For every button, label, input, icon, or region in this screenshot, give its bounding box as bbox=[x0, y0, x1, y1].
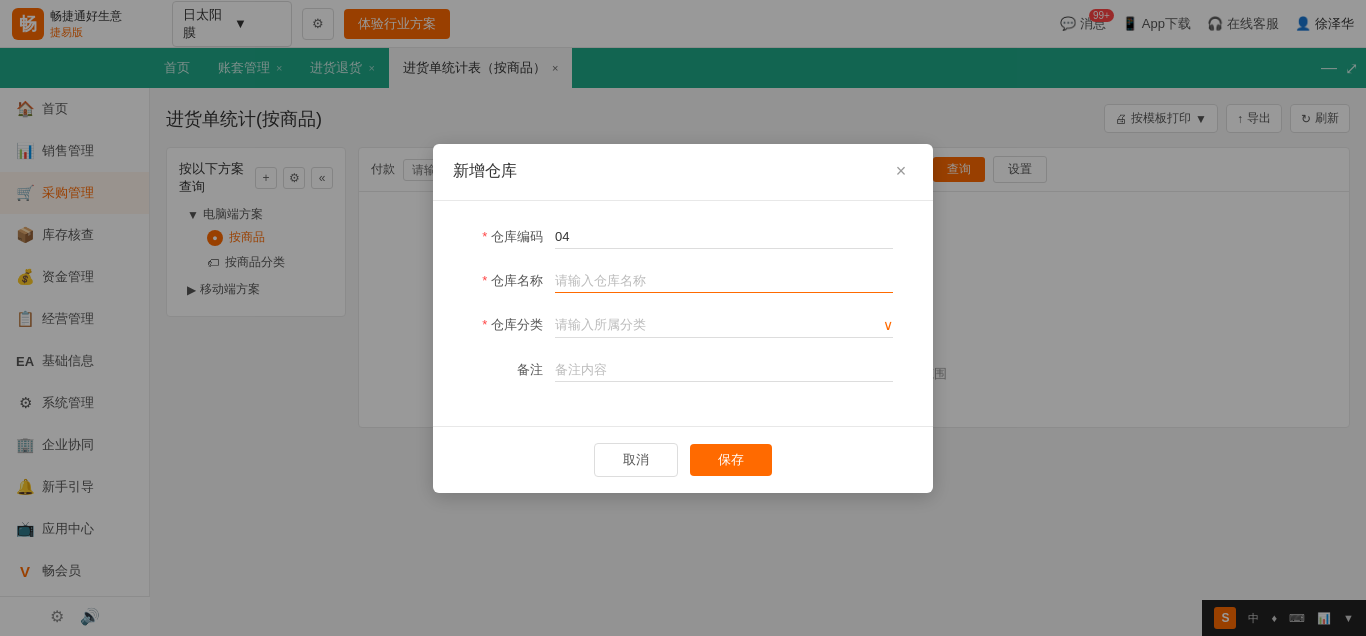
code-label: 仓库编码 bbox=[473, 228, 543, 246]
code-input[interactable] bbox=[555, 225, 893, 249]
form-row-name: 仓库名称 bbox=[473, 269, 893, 293]
modal-footer: 取消 保存 bbox=[433, 426, 933, 493]
modal-close-button[interactable]: × bbox=[889, 160, 913, 184]
modal-header: 新增仓库 × bbox=[433, 144, 933, 201]
modal-overlay[interactable]: 新增仓库 × 仓库编码 仓库名称 仓库分类 ∨ bbox=[0, 0, 1366, 636]
category-dropdown-arrow: ∨ bbox=[883, 317, 893, 333]
modal-body: 仓库编码 仓库名称 仓库分类 ∨ 备注 bbox=[433, 201, 933, 426]
name-label: 仓库名称 bbox=[473, 272, 543, 290]
form-row-remark: 备注 bbox=[473, 358, 893, 382]
name-input[interactable] bbox=[555, 269, 893, 293]
modal-title: 新增仓库 bbox=[453, 161, 517, 182]
new-warehouse-modal: 新增仓库 × 仓库编码 仓库名称 仓库分类 ∨ bbox=[433, 144, 933, 493]
remark-label: 备注 bbox=[473, 361, 543, 379]
form-row-code: 仓库编码 bbox=[473, 225, 893, 249]
save-button[interactable]: 保存 bbox=[690, 444, 772, 476]
category-select[interactable]: ∨ bbox=[555, 313, 893, 338]
remark-input[interactable] bbox=[555, 358, 893, 382]
category-label: 仓库分类 bbox=[473, 316, 543, 334]
form-row-category: 仓库分类 ∨ bbox=[473, 313, 893, 338]
cancel-button[interactable]: 取消 bbox=[594, 443, 678, 477]
category-input[interactable] bbox=[555, 317, 883, 332]
